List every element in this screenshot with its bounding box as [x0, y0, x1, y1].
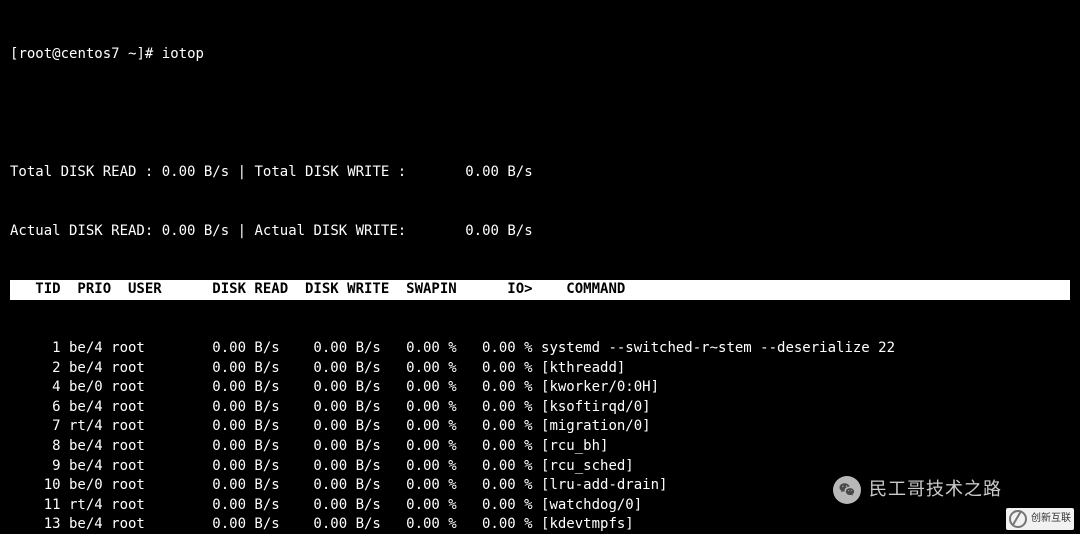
- prompt-host: centos7: [61, 46, 120, 62]
- actual-read-value: 0.00 B/s: [162, 223, 229, 239]
- process-row: 13 be/4 root 0.00 B/s 0.00 B/s 0.00 % 0.…: [10, 515, 1070, 534]
- brand-text: 创新互联: [1031, 512, 1071, 526]
- total-write-value: 0.00 B/s: [465, 164, 532, 180]
- terminal[interactable]: [root@centos7 ~]# iotop Total DISK READ …: [0, 0, 1080, 534]
- process-row: 7 rt/4 root 0.00 B/s 0.00 B/s 0.00 % 0.0…: [10, 417, 1070, 437]
- process-row: 8 be/4 root 0.00 B/s 0.00 B/s 0.00 % 0.0…: [10, 437, 1070, 457]
- wechat-icon: [833, 476, 861, 504]
- actual-read-label: Actual DISK READ:: [10, 223, 153, 239]
- process-row: 1 be/4 root 0.00 B/s 0.00 B/s 0.00 % 0.0…: [10, 339, 1070, 359]
- process-row: 2 be/4 root 0.00 B/s 0.00 B/s 0.00 % 0.0…: [10, 359, 1070, 379]
- blank-line: [10, 104, 1070, 124]
- total-read-value: 0.00 B/s: [162, 164, 229, 180]
- separator: |: [238, 164, 246, 180]
- process-row: 4 be/0 root 0.00 B/s 0.00 B/s 0.00 % 0.0…: [10, 378, 1070, 398]
- summary-total: Total DISK READ : 0.00 B/s | Total DISK …: [10, 163, 1070, 183]
- shell-prompt-line: [root@centos7 ~]# iotop: [10, 45, 1070, 65]
- process-row: 6 be/4 root 0.00 B/s 0.00 B/s 0.00 % 0.0…: [10, 398, 1070, 418]
- actual-write-label: Actual DISK WRITE:: [254, 223, 406, 239]
- brand-badge: 创新互联: [1006, 508, 1074, 530]
- actual-write-value: 0.00 B/s: [465, 223, 532, 239]
- watermark: 民工哥技术之路: [833, 476, 1002, 504]
- process-row: 9 be/4 root 0.00 B/s 0.00 B/s 0.00 % 0.0…: [10, 457, 1070, 477]
- total-read-label: Total DISK READ :: [10, 164, 153, 180]
- brand-icon: [1009, 510, 1027, 528]
- watermark-text: 民工哥技术之路: [869, 477, 1002, 502]
- prompt-at: @: [52, 46, 60, 62]
- process-list: 1 be/4 root 0.00 B/s 0.00 B/s 0.00 % 0.0…: [10, 339, 1070, 534]
- column-header-row[interactable]: TID PRIO USER DISK READ DISK WRITE SWAPI…: [10, 280, 1070, 300]
- separator: |: [238, 223, 246, 239]
- total-write-label: Total DISK WRITE :: [254, 164, 406, 180]
- summary-actual: Actual DISK READ: 0.00 B/s | Actual DISK…: [10, 222, 1070, 242]
- prompt-command: iotop: [162, 46, 204, 62]
- prompt-close: ]: [136, 46, 144, 62]
- prompt-user: root: [18, 46, 52, 62]
